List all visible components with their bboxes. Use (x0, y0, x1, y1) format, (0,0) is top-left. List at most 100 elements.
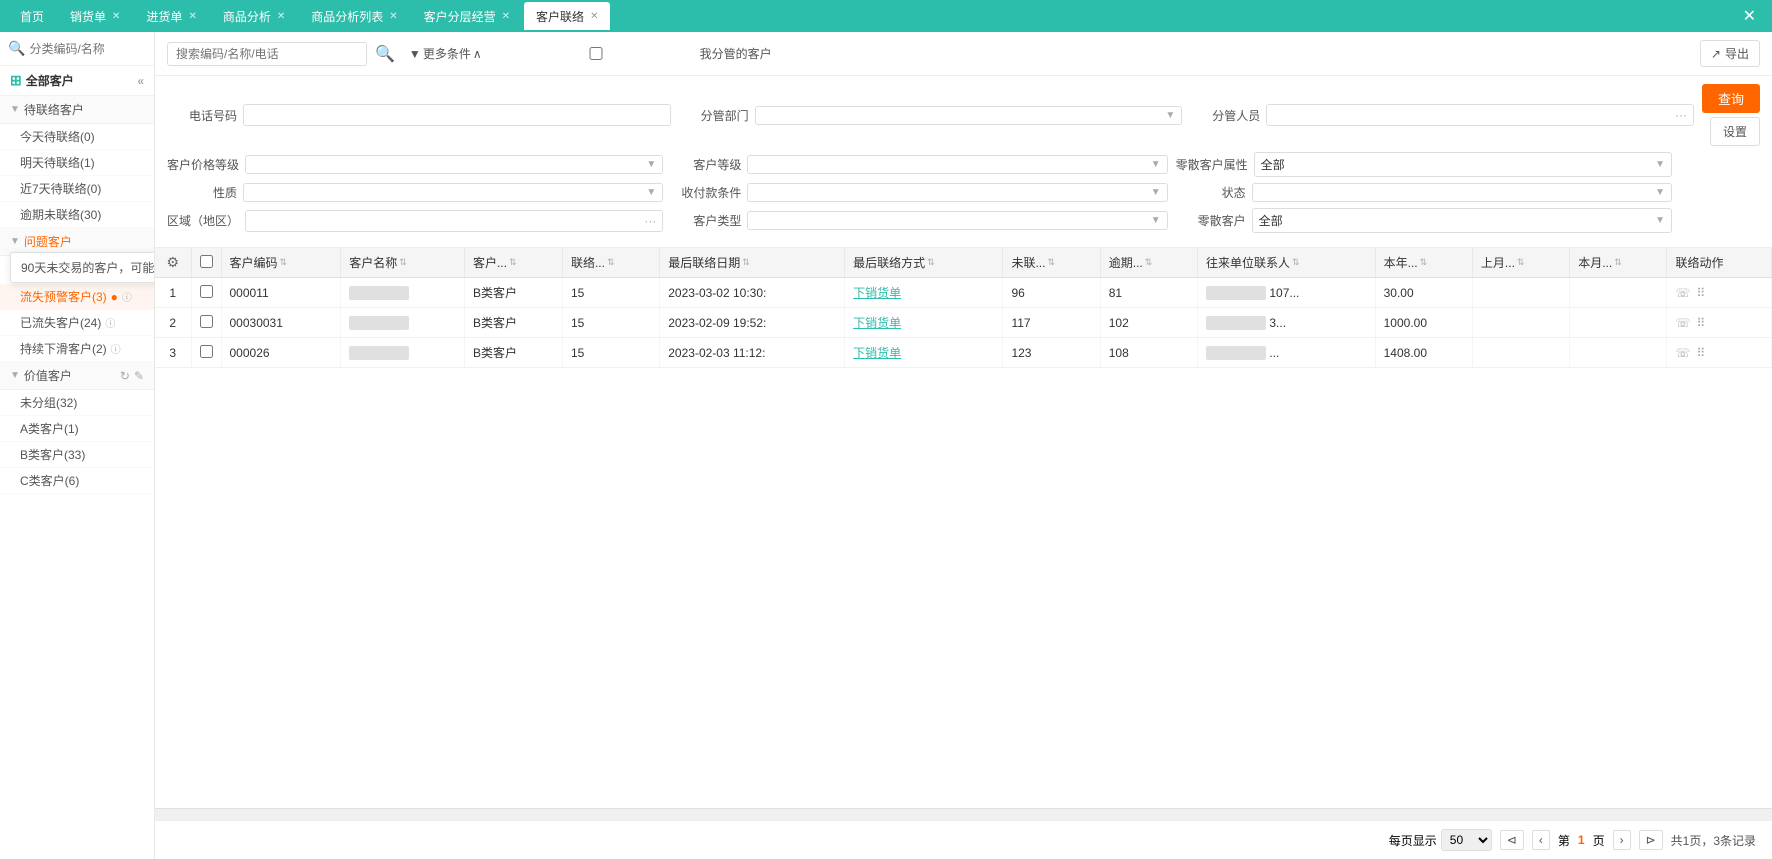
sort-icon-code[interactable]: ⇅ (280, 257, 288, 268)
filter-status-select[interactable]: ▼ (1252, 183, 1672, 202)
th-name: 客户名称 ⇅ (341, 248, 465, 278)
settings-button[interactable]: 设置 (1710, 117, 1760, 146)
sidebar-item-today[interactable]: 今天待联络(0) (0, 124, 154, 150)
sort-icon-overdue[interactable]: ⇅ (1145, 257, 1153, 268)
cell-action[interactable]: ☏ ⠿ (1667, 278, 1772, 308)
sidebar-item-a-class[interactable]: A类客户(1) (0, 416, 154, 442)
my-customers-checkbox-label[interactable]: 我分管的客户 (496, 45, 772, 62)
sidebar-item-b-class[interactable]: B类客户(33) (0, 442, 154, 468)
filter-customer-type-select[interactable]: ▼ (747, 211, 1167, 230)
tab-sales-close[interactable]: ✕ (112, 11, 120, 22)
edit-icon[interactable]: ✎ (134, 369, 144, 383)
sort-icon-unit[interactable]: ⇅ (1292, 257, 1300, 268)
filter-payment-select[interactable]: ▼ (747, 183, 1167, 202)
filter-zero-customer-label: 零散客户 (1176, 212, 1246, 229)
tab-customer-tier-close[interactable]: ✕ (502, 11, 510, 22)
tab-analysis-list[interactable]: 商品分析列表 ✕ (299, 2, 409, 30)
search-input[interactable] (167, 42, 367, 66)
tab-analysis[interactable]: 商品分析 ✕ (211, 2, 297, 30)
last-page-button[interactable]: ⊳ (1639, 830, 1663, 850)
contact-icon[interactable]: ☏ (1675, 346, 1690, 360)
select-all-checkbox[interactable] (200, 255, 213, 268)
sidebar-item-ungrouped[interactable]: 未分组(32) (0, 390, 154, 416)
cell-action[interactable]: ☏ ⠿ (1667, 308, 1772, 338)
sort-icon-not-contacted[interactable]: ⇅ (1047, 257, 1055, 268)
sort-icon-method[interactable]: ⇅ (927, 257, 935, 268)
contact-method-link[interactable]: 下销货单 (853, 316, 901, 330)
filter-zero-attr-select[interactable]: 全部 ▼ (1254, 152, 1672, 177)
tab-purchase[interactable]: 进货单 ✕ (134, 2, 208, 30)
sort-icon-last-month[interactable]: ⇅ (1517, 257, 1525, 268)
contact-icon[interactable]: ☏ (1675, 286, 1690, 300)
filter-customer-level-select[interactable]: ▼ (747, 155, 1167, 174)
sort-icon-this-month[interactable]: ⇅ (1614, 257, 1622, 268)
sidebar-item-tomorrow[interactable]: 明天待联络(1) (0, 150, 154, 176)
filter-dept-select[interactable]: ▼ (755, 106, 1183, 125)
filter-phone-input[interactable] (243, 104, 671, 126)
sidebar-all-customers[interactable]: ⊞ 全部客户 « (0, 66, 154, 96)
sidebar-collapse-btn[interactable]: « (137, 74, 144, 88)
search-icon[interactable]: 🔍 (375, 44, 395, 64)
horizontal-scrollbar[interactable] (155, 808, 1772, 820)
cell-checkbox[interactable] (191, 278, 221, 308)
settings-icon[interactable]: ⚙ (166, 254, 179, 270)
tab-purchase-close[interactable]: ✕ (188, 11, 196, 22)
filter-nature-select[interactable]: ▼ (243, 183, 663, 202)
more-icon-area[interactable]: ··· (644, 214, 656, 228)
sidebar-search-input[interactable] (29, 42, 146, 56)
cell-last-method[interactable]: 下销货单 (845, 308, 1003, 338)
filter-manager-select[interactable]: ··· (1266, 104, 1694, 126)
window-close-button[interactable]: ✕ (1735, 6, 1764, 26)
tab-analysis-close[interactable]: ✕ (277, 11, 285, 22)
more-action-icon[interactable]: ⠿ (1696, 286, 1705, 300)
cell-unit-contact: 107... (1198, 278, 1376, 308)
sidebar-item-at-risk[interactable]: 流失预警客户(3) ● ⓘ (0, 284, 154, 310)
filter-zero-customer-select[interactable]: 全部 ▼ (1252, 208, 1672, 233)
cell-last-method[interactable]: 下销货单 (845, 278, 1003, 308)
refresh-icon[interactable]: ↻ (120, 369, 130, 383)
th-settings[interactable]: ⚙ (155, 248, 191, 278)
sidebar-item-c-class[interactable]: C类客户(6) (0, 468, 154, 494)
chevron-down-icon-level: ▼ (1151, 159, 1161, 170)
th-checkbox[interactable] (191, 248, 221, 278)
sidebar-item-overdue[interactable]: 逾期未联络(30) (0, 202, 154, 228)
sidebar-search-container: 🔍 (0, 32, 154, 66)
sidebar-group-problem-label: 问题客户 (24, 233, 72, 250)
sort-icon-name[interactable]: ⇅ (399, 257, 407, 268)
tab-sales[interactable]: 销货单 ✕ (58, 2, 132, 30)
sort-icon-date[interactable]: ⇅ (742, 257, 750, 268)
more-icon-manager[interactable]: ··· (1675, 108, 1687, 122)
tab-customer-tier[interactable]: 客户分层经营 ✕ (412, 2, 522, 30)
first-page-button[interactable]: ⊲ (1500, 830, 1524, 850)
per-page-select[interactable]: 50 100 200 (1441, 829, 1492, 851)
more-action-icon[interactable]: ⠿ (1696, 316, 1705, 330)
contact-method-link[interactable]: 下销货单 (853, 286, 901, 300)
sort-icon-contact[interactable]: ⇅ (607, 257, 615, 268)
next-page-button[interactable]: › (1613, 830, 1631, 850)
filter-price-level-select[interactable]: ▼ (245, 155, 663, 174)
sidebar-group-value[interactable]: ▼ 价值客户 ↻ ✎ (0, 362, 154, 390)
tab-analysis-list-close[interactable]: ✕ (389, 11, 397, 22)
sidebar-item-lost[interactable]: 已流失客户(24) ⓘ (0, 310, 154, 336)
tab-home[interactable]: 首页 (8, 2, 56, 30)
tab-customer-contact[interactable]: 客户联络 ✕ (524, 2, 610, 30)
cell-action[interactable]: ☏ ⠿ (1667, 338, 1772, 368)
prev-page-button[interactable]: ‹ (1532, 830, 1550, 850)
sort-icon-level[interactable]: ⇅ (509, 257, 517, 268)
cell-checkbox[interactable] (191, 338, 221, 368)
more-action-icon[interactable]: ⠿ (1696, 346, 1705, 360)
more-conditions-button[interactable]: ▼ 更多条件 ∧ (403, 41, 488, 66)
tab-customer-contact-close[interactable]: ✕ (590, 11, 598, 22)
my-customers-checkbox[interactable] (496, 47, 696, 60)
sidebar-group-pending[interactable]: ▼ 待联络客户 (0, 96, 154, 124)
export-button[interactable]: ↗ 导出 (1700, 40, 1760, 67)
filter-area-select[interactable]: ··· (245, 210, 663, 232)
query-button[interactable]: 查询 (1702, 84, 1760, 113)
sidebar-item-7days[interactable]: 近7天待联络(0) (0, 176, 154, 202)
sidebar-item-declining[interactable]: 持续下滑客户(2) ⓘ (0, 336, 154, 362)
cell-last-method[interactable]: 下销货单 (845, 338, 1003, 368)
cell-checkbox[interactable] (191, 308, 221, 338)
contact-method-link[interactable]: 下销货单 (853, 346, 901, 360)
contact-icon[interactable]: ☏ (1675, 316, 1690, 330)
sort-icon-year[interactable]: ⇅ (1420, 257, 1428, 268)
